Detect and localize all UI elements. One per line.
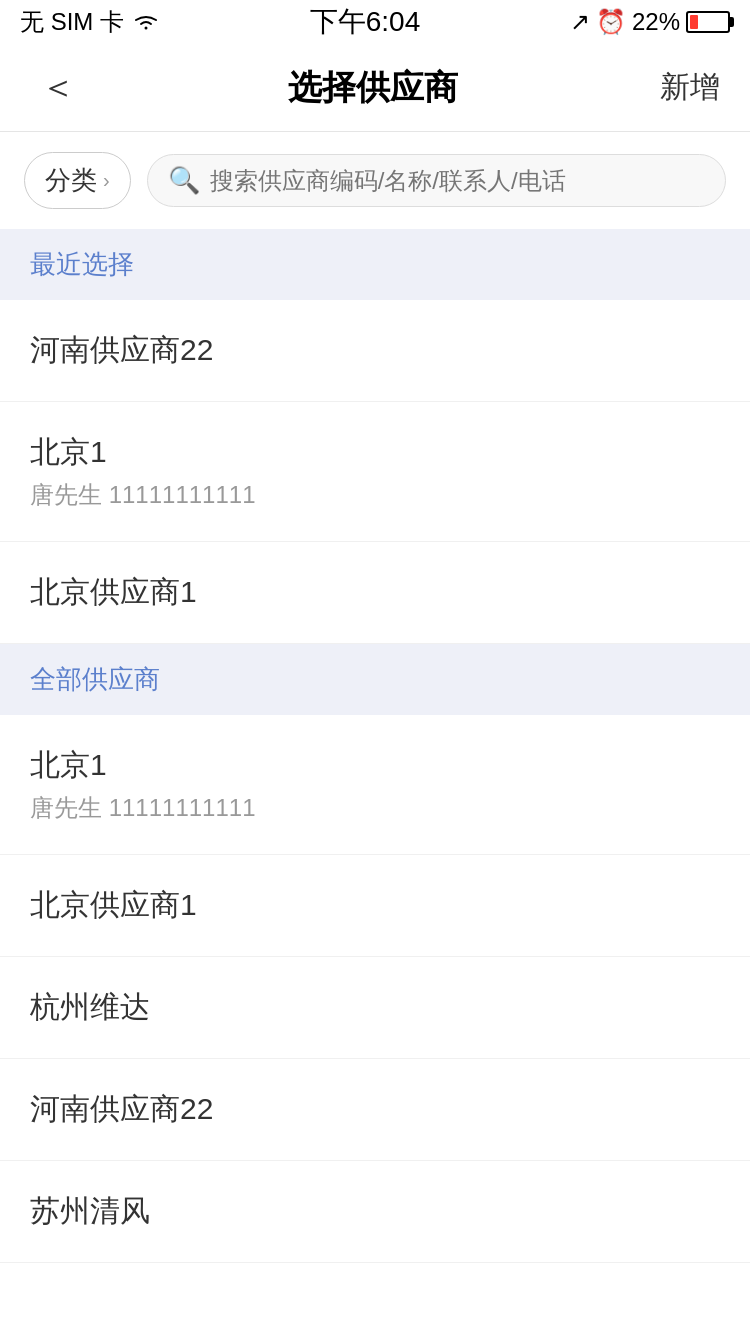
list-item[interactable]: 杭州维达 [0,957,750,1059]
category-label: 分类 [45,163,97,198]
item-name: 北京供应商1 [30,885,720,926]
status-right: ↗ ⏰ 22% [570,8,730,36]
status-time: 下午6:04 [310,3,421,41]
carrier-label: 无 SIM 卡 [20,6,124,38]
new-action-button[interactable]: 新增 [660,67,720,108]
sections-container: 最近选择河南供应商22 北京1 唐先生 11111111111 北京供应商1 全部供应商… [0,229,750,1263]
section-header-all: 全部供应商 [0,644,750,715]
list-item[interactable]: 河南供应商22 [0,1059,750,1161]
list-item[interactable]: 苏州清风 [0,1161,750,1263]
list-item[interactable]: 北京1 唐先生 11111111111 [0,402,750,542]
item-name: 苏州清风 [30,1191,720,1232]
wifi-icon [132,12,160,32]
item-name: 河南供应商22 [30,330,720,371]
item-name: 北京1 [30,745,720,786]
list-item[interactable]: 北京供应商1 [0,855,750,957]
battery-icon [686,11,730,33]
list-item[interactable]: 北京1 唐先生 11111111111 [0,715,750,855]
search-bar: 分类 › 🔍 [0,132,750,229]
battery-percent: 22% [632,8,680,36]
item-sub: 唐先生 11111111111 [30,792,720,824]
item-name: 杭州维达 [30,987,720,1028]
item-name: 北京1 [30,432,720,473]
nav-title: 选择供应商 [288,65,458,111]
search-icon: 🔍 [168,165,200,196]
item-sub: 唐先生 11111111111 [30,479,720,511]
back-button[interactable]: ＜ [30,53,86,122]
list-item[interactable]: 河南供应商22 [0,300,750,402]
status-left: 无 SIM 卡 [20,6,160,38]
chevron-right-icon: › [103,169,110,192]
category-button[interactable]: 分类 › [24,152,131,209]
item-name: 河南供应商22 [30,1089,720,1130]
alarm-icon: ⏰ [596,8,626,36]
battery-fill [690,15,698,29]
search-input[interactable] [210,167,705,195]
nav-bar: ＜ 选择供应商 新增 [0,44,750,132]
section-header-recent: 最近选择 [0,229,750,300]
list-item[interactable]: 北京供应商1 [0,542,750,644]
search-input-wrap[interactable]: 🔍 [147,154,726,207]
location-icon: ↗ [570,8,590,36]
item-name: 北京供应商1 [30,572,720,613]
status-bar: 无 SIM 卡 下午6:04 ↗ ⏰ 22% [0,0,750,44]
